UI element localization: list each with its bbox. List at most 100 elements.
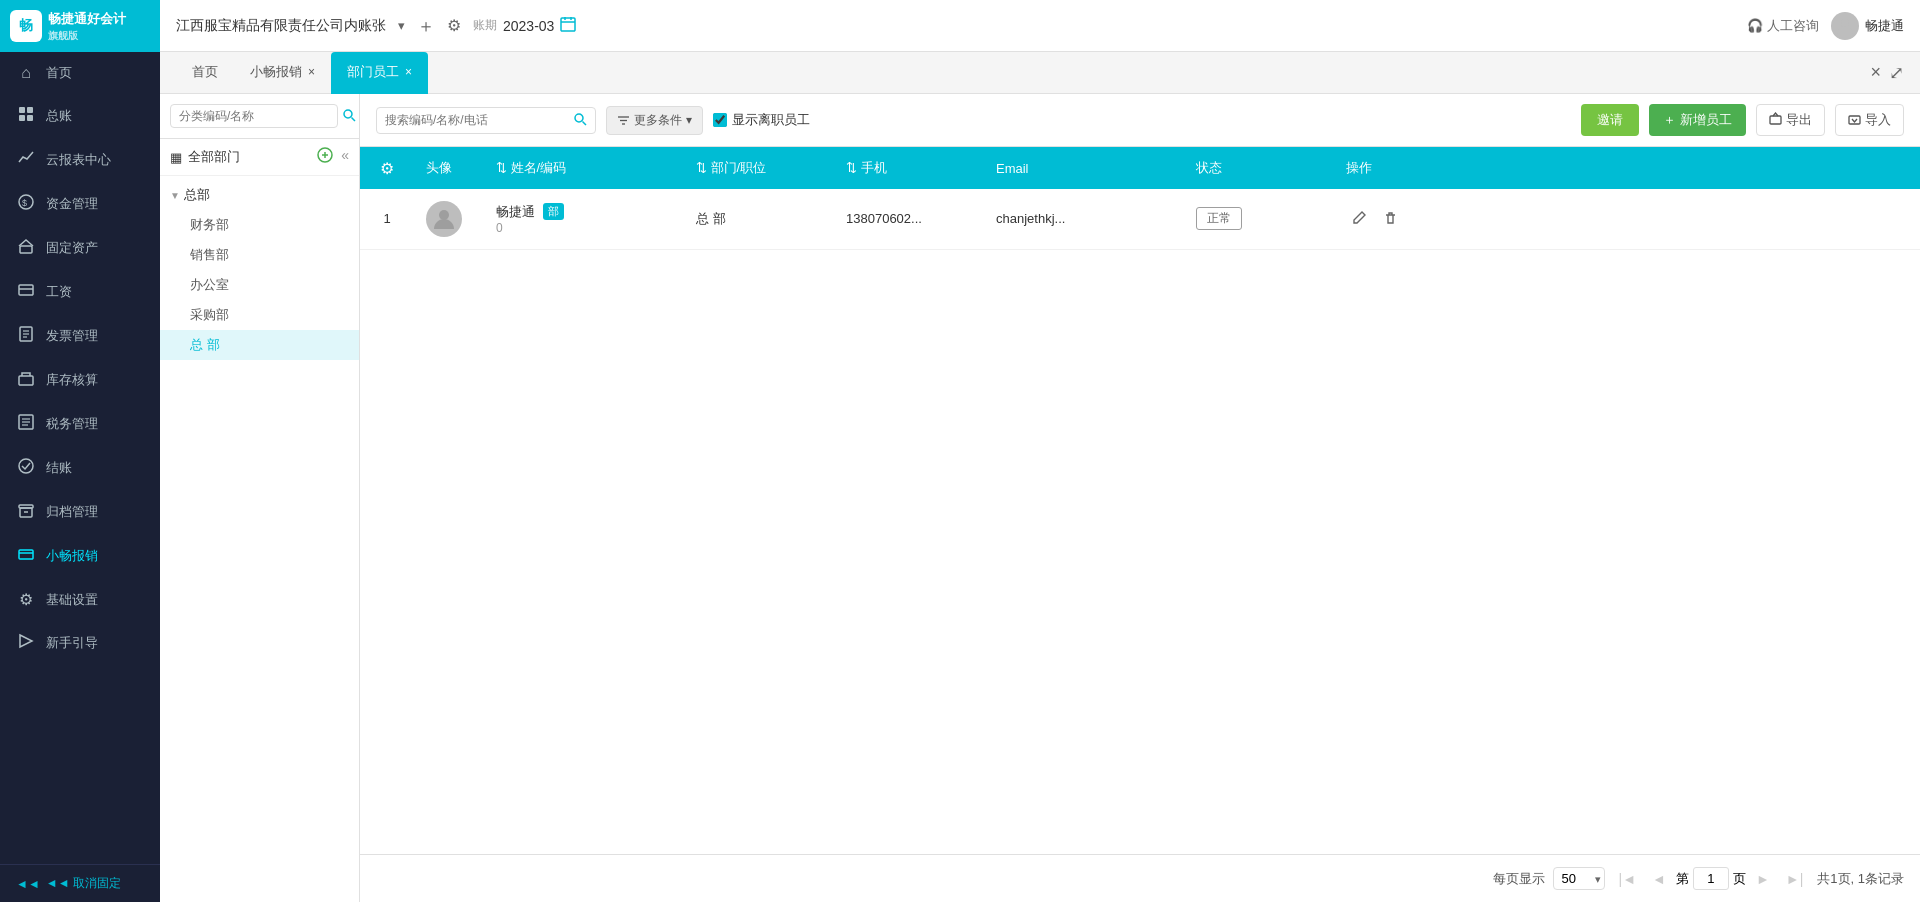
sidebar-item-guide[interactable]: 新手引导: [0, 621, 160, 665]
dept-badge: 部: [543, 203, 564, 220]
export-button[interactable]: 导出: [1756, 104, 1825, 136]
sidebar-item-tax[interactable]: 税务管理: [0, 402, 160, 446]
import-button[interactable]: 导入: [1835, 104, 1904, 136]
delete-employee-button[interactable]: [1377, 208, 1404, 230]
fixed-assets-icon: [16, 238, 36, 258]
prev-page-button[interactable]: ◄: [1646, 869, 1672, 889]
app-edition: 旗舰版: [48, 29, 126, 43]
dept-child-general[interactable]: 总 部: [160, 330, 359, 360]
dept-search-input[interactable]: [170, 104, 338, 128]
sidebar-item-payroll[interactable]: 工资: [0, 270, 160, 314]
dept-tree: ▼ 总部 财务部 销售部 办公室 采购部 总 部: [160, 176, 359, 902]
cancel-fixed-button[interactable]: ◄◄ ◄◄ 取消固定: [0, 864, 160, 902]
column-name[interactable]: ⇅ 姓名/编码: [484, 147, 684, 189]
export-icon: [1769, 112, 1782, 128]
svg-text:$: $: [22, 198, 27, 208]
dept-child-sales[interactable]: 销售部: [160, 240, 359, 270]
employee-search-input[interactable]: [385, 113, 567, 127]
dept-child-finance[interactable]: 财务部: [160, 210, 359, 240]
row-email: chanjethkj...: [984, 189, 1184, 249]
dept-parent-headquarters[interactable]: ▼ 总部: [160, 180, 359, 210]
sidebar-item-home[interactable]: ⌂ 首页: [0, 52, 160, 94]
tab-expense[interactable]: 小畅报销 ×: [234, 52, 331, 94]
employee-search-icon[interactable]: [573, 112, 587, 129]
column-avatar: 头像: [414, 147, 484, 189]
column-dept[interactable]: ⇅ 部门/职位: [684, 147, 834, 189]
next-page-button[interactable]: ►: [1750, 869, 1776, 889]
table-settings-button[interactable]: ⚙: [372, 155, 402, 182]
dept-child-purchasing[interactable]: 采购部: [160, 300, 359, 330]
sidebar: 畅 畅捷通好会计 旗舰版 ⌂ 首页 总账 云报表中心 $: [0, 0, 160, 902]
dept-search-icon[interactable]: [342, 108, 356, 125]
page-input[interactable]: [1693, 867, 1729, 890]
calendar-icon[interactable]: [560, 16, 576, 35]
status-badge: 正常: [1196, 207, 1242, 230]
sidebar-item-ledger[interactable]: 总账: [0, 94, 160, 138]
per-page-label: 每页显示: [1493, 870, 1545, 888]
row-phone: 138070602...: [834, 189, 984, 249]
sidebar-item-funds[interactable]: $ 资金管理: [0, 182, 160, 226]
sidebar-item-invoices[interactable]: 发票管理: [0, 314, 160, 358]
period-value: 2023-03: [503, 18, 554, 34]
main-content: 江西服宝精品有限责任公司内账张 ▾ ＋ ⚙ 账期 2023-03 🎧 人工咨询 …: [160, 0, 1920, 902]
tab-employees[interactable]: 部门员工 ×: [331, 52, 428, 94]
svg-rect-13: [19, 376, 33, 385]
svg-point-30: [344, 110, 352, 118]
grid-icon: ▦: [170, 150, 182, 165]
right-panel: 更多条件 ▾ 显示离职员工 邀请 ＋ 新增员工 导出: [360, 94, 1920, 902]
dept-group-headquarters: ▼ 总部 财务部 销售部 办公室 采购部 总 部: [160, 180, 359, 360]
tab-employees-close[interactable]: ×: [405, 65, 412, 79]
company-settings-button[interactable]: ⚙: [447, 16, 461, 35]
sidebar-item-close[interactable]: 结账: [0, 446, 160, 490]
sidebar-item-fixed-assets[interactable]: 固定资产: [0, 226, 160, 270]
tab-home[interactable]: 首页: [176, 52, 234, 94]
tab-expense-close[interactable]: ×: [308, 65, 315, 79]
employee-table: ⚙ 头像 ⇅ 姓名/编码 ⇅ 部门/职位 ⇅ 手机: [360, 147, 1920, 250]
svg-rect-1: [27, 107, 33, 113]
payroll-icon: [16, 282, 36, 302]
last-page-button[interactable]: ►|: [1780, 869, 1810, 889]
user-menu[interactable]: 畅捷通: [1831, 12, 1904, 40]
support-button[interactable]: 🎧 人工咨询: [1747, 17, 1819, 35]
add-employee-button[interactable]: ＋ 新增员工: [1649, 104, 1746, 136]
svg-point-18: [19, 459, 33, 473]
svg-point-29: [1841, 19, 1849, 27]
sidebar-item-expense[interactable]: 小畅报销: [0, 534, 160, 578]
reports-icon: [16, 150, 36, 170]
tab-expand-icon[interactable]: ⤢: [1889, 62, 1904, 84]
row-dept: 总 部: [684, 189, 834, 249]
per-page-select[interactable]: 10 20 50 100: [1553, 867, 1605, 890]
employee-avatar: [426, 201, 462, 237]
pagination-nav: |◄ ◄ 第 页 ► ►|: [1613, 867, 1810, 890]
invoices-icon: [16, 326, 36, 346]
sidebar-item-reports[interactable]: 云报表中心: [0, 138, 160, 182]
invite-button[interactable]: 邀请: [1581, 104, 1639, 136]
app-name: 畅捷通好会计: [48, 10, 126, 28]
pin-icon: ◄◄: [16, 877, 40, 891]
column-status: 状态: [1184, 147, 1334, 189]
sidebar-item-inventory[interactable]: 库存核算: [0, 358, 160, 402]
topbar: 江西服宝精品有限责任公司内账张 ▾ ＋ ⚙ 账期 2023-03 🎧 人工咨询 …: [160, 0, 1920, 52]
table-row: 1 畅捷通: [360, 189, 1920, 249]
column-settings: ⚙: [360, 147, 414, 189]
more-filters-button[interactable]: 更多条件 ▾: [606, 106, 703, 135]
dept-collapse-icon[interactable]: «: [341, 147, 349, 167]
add-company-button[interactable]: ＋: [417, 14, 435, 38]
column-phone[interactable]: ⇅ 手机: [834, 147, 984, 189]
sidebar-item-archive[interactable]: 归档管理: [0, 490, 160, 534]
svg-rect-22: [19, 550, 33, 559]
edit-employee-button[interactable]: [1346, 208, 1373, 230]
first-page-button[interactable]: |◄: [1613, 869, 1643, 889]
pagination: 每页显示 10 20 50 100 |◄ ◄ 第 页 ► ►|: [360, 854, 1920, 902]
dept-child-office[interactable]: 办公室: [160, 270, 359, 300]
tax-icon: [16, 414, 36, 434]
row-avatar: [414, 189, 484, 249]
sidebar-item-settings[interactable]: ⚙ 基础设置: [0, 578, 160, 621]
dept-edit-icon[interactable]: [317, 147, 333, 167]
tab-close-all-icon[interactable]: ×: [1870, 62, 1881, 84]
content-area: ▦ 全部部门 « ▼ 总部 财务部 销售部: [160, 94, 1920, 902]
company-dropdown-icon[interactable]: ▾: [398, 18, 405, 33]
svg-point-35: [575, 114, 583, 122]
svg-rect-3: [27, 115, 33, 121]
show-resigned-checkbox[interactable]: 显示离职员工: [713, 111, 810, 129]
